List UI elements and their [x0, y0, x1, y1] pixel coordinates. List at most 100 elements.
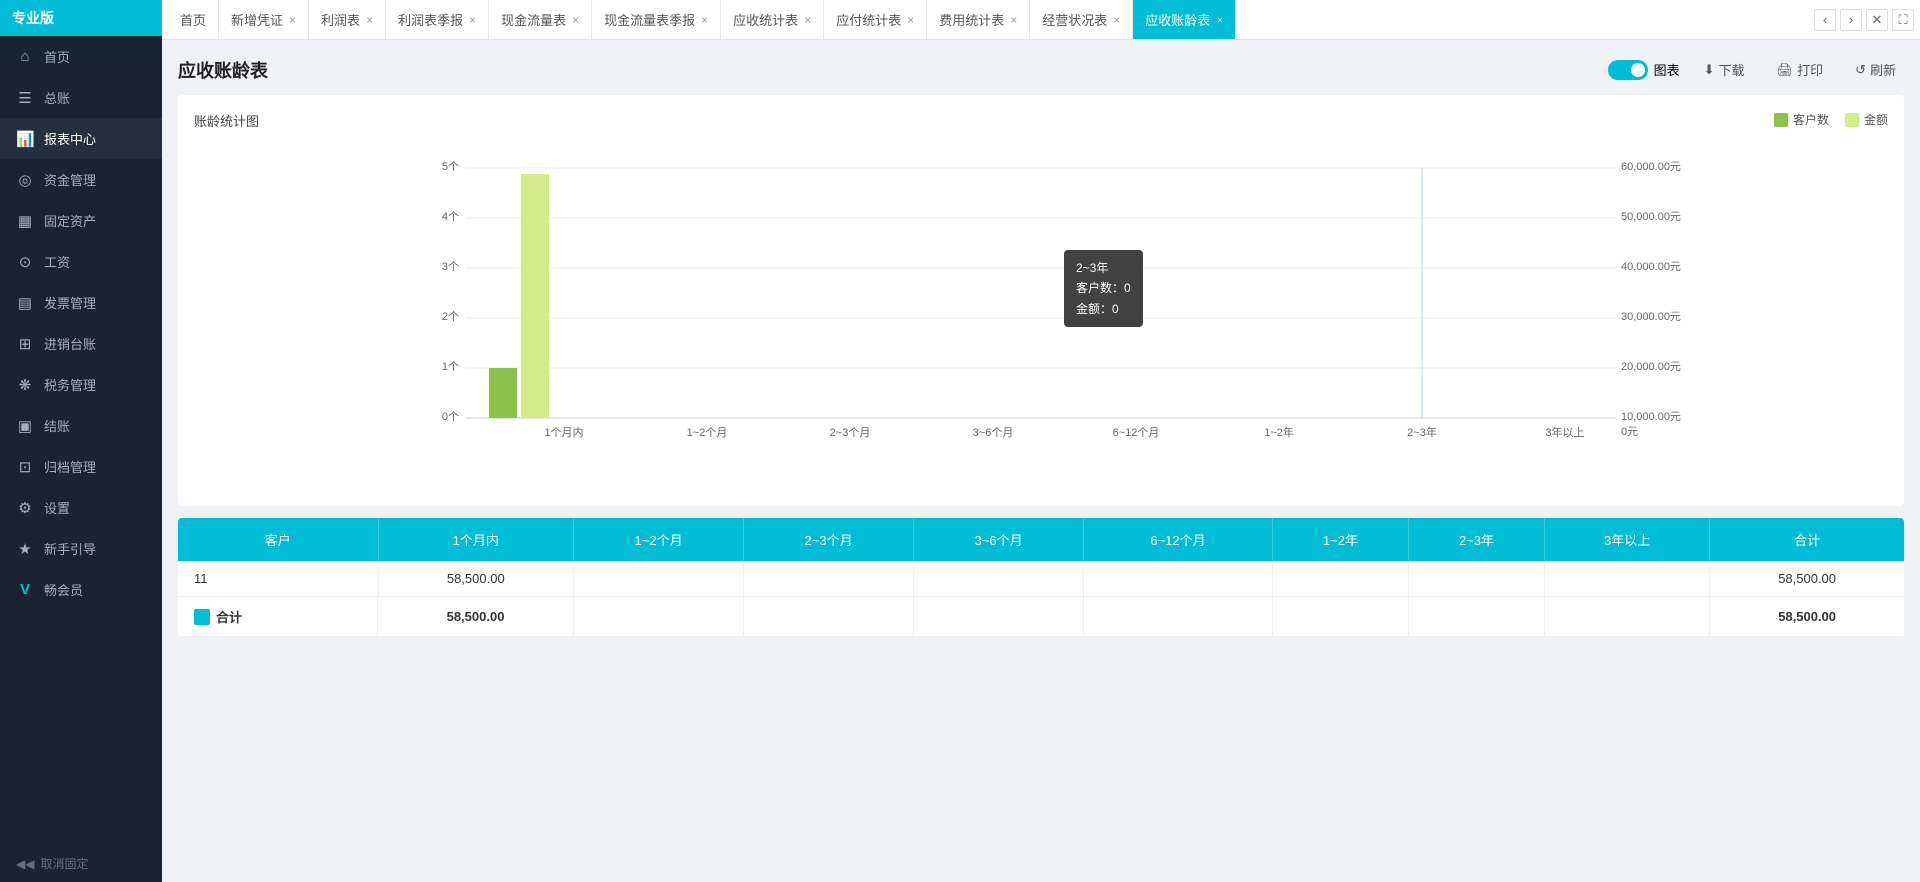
- col-m3: 2~3个月: [744, 518, 914, 561]
- sidebar-item-salary[interactable]: ⊙ 工资: [0, 241, 162, 282]
- sidebar-item-purchase[interactable]: ⊞ 进销台账: [0, 323, 162, 364]
- toggle-label: 图表: [1654, 60, 1680, 79]
- svg-text:1个月内: 1个月内: [544, 425, 583, 439]
- print-icon: 🖨: [1777, 62, 1794, 78]
- tab-next-btn[interactable]: ›: [1840, 9, 1862, 31]
- svg-text:3个: 3个: [442, 260, 459, 273]
- sidebar-item-archive[interactable]: ⊡ 归档管理: [0, 446, 162, 487]
- tab-close-expense-stats[interactable]: ×: [1010, 14, 1017, 26]
- tab-navigation: ‹ › ✕ ⛶: [1806, 9, 1914, 31]
- tab-close-receivable-stats[interactable]: ×: [804, 14, 811, 26]
- sidebar-item-assets[interactable]: ▦ 固定资产: [0, 200, 162, 241]
- sidebar-item-ledger[interactable]: ☰ 总账: [0, 77, 162, 118]
- tab-close-cashflow[interactable]: ×: [572, 14, 579, 26]
- cell-m1: 58,500.00: [378, 561, 574, 597]
- download-icon: ⬇: [1704, 62, 1715, 78]
- sidebar-item-funds[interactable]: ◎ 资金管理: [0, 159, 162, 200]
- tab-cashflow-quarterly[interactable]: 现金流量表季报 ×: [592, 0, 721, 39]
- sidebar-item-guide[interactable]: ★ 新手引导: [0, 528, 162, 569]
- svg-text:5个: 5个: [442, 160, 459, 173]
- summary-m3: [744, 597, 914, 637]
- tab-fullscreen-btn[interactable]: ⛶: [1892, 9, 1914, 31]
- chart-toggle[interactable]: 图表: [1608, 60, 1680, 80]
- summary-row: 合计 58,500.00 58,500.00: [178, 597, 1904, 637]
- tab-home[interactable]: 首页: [168, 0, 219, 39]
- cell-m7: [1408, 561, 1544, 597]
- svg-text:10,000.00元: 10,000.00元: [1621, 411, 1681, 423]
- print-btn[interactable]: 🖨 打印: [1769, 56, 1832, 83]
- guide-icon: ★: [16, 540, 34, 558]
- funds-icon: ◎: [16, 171, 34, 189]
- legend-customers: 客户数: [1774, 111, 1829, 128]
- assets-icon: ▦: [16, 212, 34, 230]
- sidebar-item-invoice[interactable]: ▤ 发票管理: [0, 282, 162, 323]
- tab-profit-quarterly[interactable]: 利润表季报 ×: [386, 0, 489, 39]
- page-title: 应收账龄表: [178, 57, 268, 83]
- tab-expense-stats[interactable]: 费用统计表 ×: [927, 0, 1030, 39]
- cell-m3: [744, 561, 914, 597]
- tab-profit[interactable]: 利润表 ×: [309, 0, 386, 39]
- sidebar-item-reports[interactable]: 📊 报表中心: [0, 118, 162, 159]
- summary-m4: [914, 597, 1084, 637]
- table-row: 11 58,500.00 58,500.00: [178, 561, 1904, 597]
- col-m8: 3年以上: [1545, 518, 1710, 561]
- sidebar-logo: 专业版: [0, 0, 162, 36]
- sidebar-item-settings[interactable]: ⚙ 设置: [0, 487, 162, 528]
- sidebar-pin-toggle[interactable]: ◀◀ 取消固定: [0, 845, 162, 882]
- legend-dot-amount: [1845, 113, 1859, 127]
- cell-m6: [1272, 561, 1408, 597]
- cell-m4: [914, 561, 1084, 597]
- sidebar: 专业版 ⌂ 首页 ☰ 总账 📊 报表中心 ◎ 资金管理 ▦ 固定资产 ⊙ 工资 …: [0, 0, 162, 882]
- sidebar-item-vip[interactable]: V 畅会员: [0, 569, 162, 610]
- svg-text:60,000.00元: 60,000.00元: [1621, 161, 1681, 173]
- cell-m8: [1545, 561, 1710, 597]
- cell-total: 58,500.00: [1710, 561, 1904, 597]
- closing-icon: ▣: [16, 417, 34, 435]
- tab-close-new-voucher[interactable]: ×: [289, 14, 296, 26]
- tab-bar: 首页 新增凭证 × 利润表 × 利润表季报 × 现金流量表 × 现金流量表季报 …: [162, 0, 1920, 40]
- tax-icon: ❋: [16, 376, 34, 394]
- sidebar-item-closing[interactable]: ▣ 结账: [0, 405, 162, 446]
- col-m4: 3~6个月: [914, 518, 1084, 561]
- tab-close-profit[interactable]: ×: [366, 14, 373, 26]
- tab-close-all-btn[interactable]: ✕: [1866, 9, 1888, 31]
- cell-m2: [574, 561, 744, 597]
- invoice-icon: ▤: [16, 294, 34, 312]
- tab-close-receivable-aging[interactable]: ×: [1216, 14, 1223, 26]
- table-header-row: 客户 1个月内 1~2个月 2~3个月 3~6个月 6~12个月 1~2年 2~…: [178, 518, 1904, 561]
- tab-new-voucher[interactable]: 新增凭证 ×: [219, 0, 309, 39]
- tab-receivable-stats[interactable]: 应收统计表 ×: [721, 0, 824, 39]
- cell-m5: [1084, 561, 1273, 597]
- refresh-btn[interactable]: ↺ 刷新: [1847, 56, 1904, 83]
- page-content-area: 应收账龄表 图表 ⬇ 下载 🖨 打印 ↺ 刷新: [162, 40, 1920, 882]
- summary-m8: [1545, 597, 1710, 637]
- tab-receivable-aging[interactable]: 应收账龄表 ×: [1133, 0, 1235, 39]
- home-icon: ⌂: [16, 48, 34, 65]
- tab-close-cashflow-quarterly[interactable]: ×: [701, 14, 708, 26]
- tab-close-payable-stats[interactable]: ×: [907, 14, 914, 26]
- svg-text:0元: 0元: [1621, 426, 1638, 438]
- settings-icon: ⚙: [16, 499, 34, 517]
- cell-customer: 11: [178, 561, 378, 597]
- chart-legend: 客户数 金额: [1774, 111, 1888, 128]
- tab-business-status[interactable]: 经营状况表 ×: [1030, 0, 1133, 39]
- toggle-knob[interactable]: [1608, 60, 1648, 80]
- tab-prev-btn[interactable]: ‹: [1814, 9, 1836, 31]
- svg-text:0个: 0个: [442, 410, 459, 423]
- sidebar-item-home[interactable]: ⌂ 首页: [0, 36, 162, 77]
- sidebar-item-tax[interactable]: ❋ 税务管理: [0, 364, 162, 405]
- col-m2: 1~2个月: [574, 518, 744, 561]
- download-btn[interactable]: ⬇ 下载: [1696, 56, 1753, 83]
- svg-text:3年以上: 3年以上: [1545, 425, 1584, 439]
- pin-icon: ◀◀: [16, 857, 34, 871]
- chart-title: 账龄统计图: [194, 111, 1888, 130]
- tab-close-business-status[interactable]: ×: [1113, 14, 1120, 26]
- tab-cashflow[interactable]: 现金流量表 ×: [489, 0, 592, 39]
- col-m5: 6~12个月: [1084, 518, 1273, 561]
- svg-text:2个: 2个: [442, 310, 459, 323]
- tab-payable-stats[interactable]: 应付统计表 ×: [824, 0, 927, 39]
- svg-text:50,000.00元: 50,000.00元: [1621, 211, 1681, 223]
- svg-text:1~2个月: 1~2个月: [687, 426, 728, 439]
- vip-icon: V: [16, 581, 34, 598]
- tab-close-profit-quarterly[interactable]: ×: [469, 14, 476, 26]
